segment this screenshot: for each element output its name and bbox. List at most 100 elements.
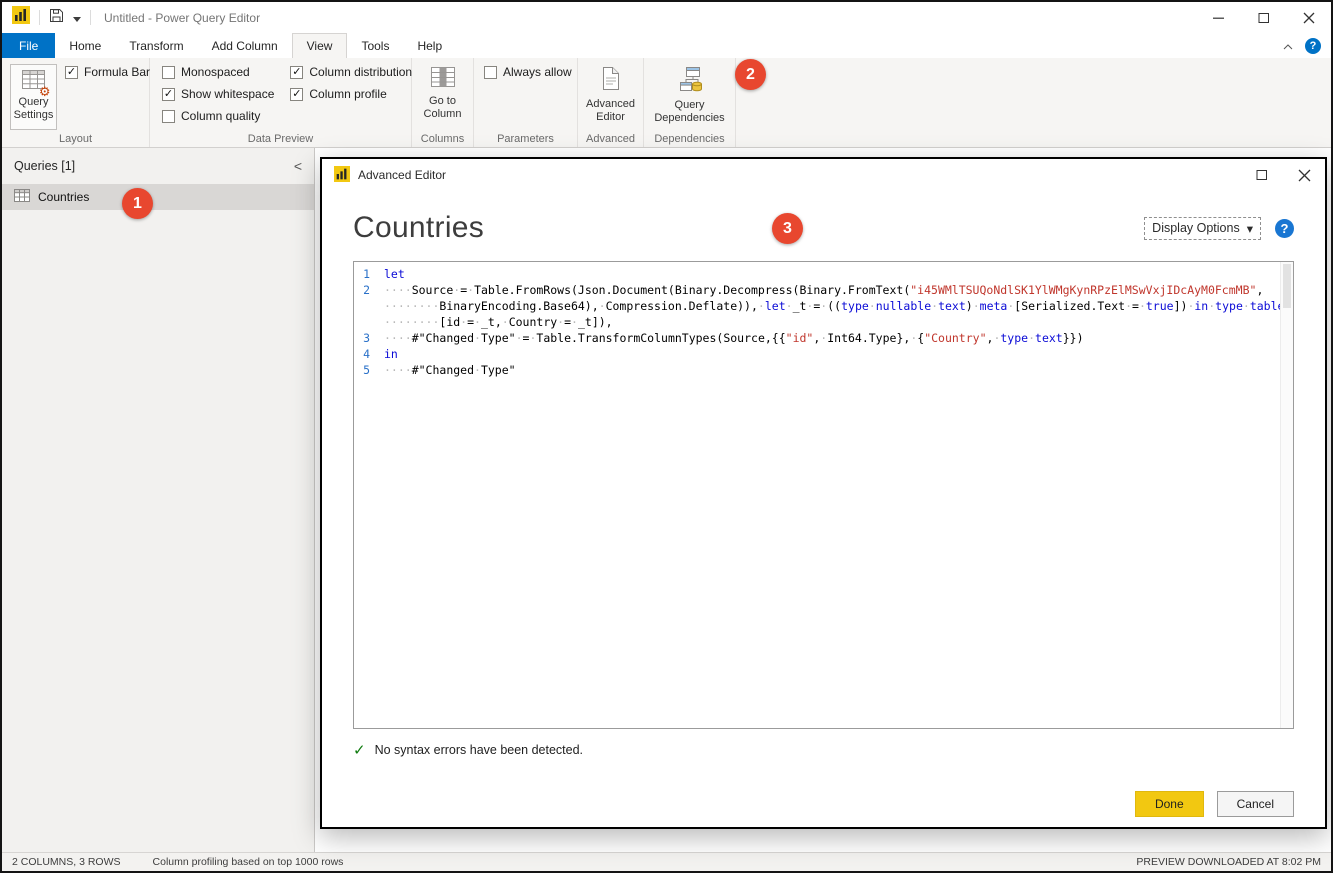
- tab-home[interactable]: Home: [55, 33, 115, 58]
- monospaced-checkbox[interactable]: [162, 66, 175, 79]
- powerbi-logo-icon: [12, 6, 30, 29]
- dialog-close-button[interactable]: [1283, 159, 1325, 191]
- close-button[interactable]: [1286, 2, 1331, 33]
- titlebar-divider: [39, 10, 40, 25]
- ribbon-group-dependencies: Query Dependencies Dependencies: [644, 58, 736, 147]
- column-quality-checkbox[interactable]: [162, 110, 175, 123]
- always-allow-label: Always allow: [503, 65, 572, 79]
- ribbon-group-advanced: Advanced Editor Advanced: [578, 58, 644, 147]
- minimize-button[interactable]: [1196, 2, 1241, 33]
- advanced-editor-button[interactable]: Advanced Editor: [583, 64, 638, 131]
- power-query-editor-window: Untitled - Power Query Editor File Home …: [0, 0, 1333, 873]
- column-quality-checkbox-row[interactable]: Column quality: [162, 108, 274, 124]
- monospaced-checkbox-row[interactable]: Monospaced: [162, 64, 274, 80]
- ribbon-group-parameters: Always allow Parameters: [474, 58, 578, 147]
- group-label-advanced: Advanced: [578, 133, 643, 145]
- go-to-column-button[interactable]: Go to Column: [420, 64, 465, 131]
- data-preview-col-2: ✓ Column distribution ✓ Column profile: [290, 64, 412, 131]
- tab-view[interactable]: View: [292, 33, 348, 58]
- column-profile-checkbox-row[interactable]: ✓ Column profile: [290, 86, 412, 102]
- query-dependencies-button[interactable]: Query Dependencies: [651, 64, 727, 131]
- cancel-button[interactable]: Cancel: [1217, 791, 1294, 817]
- callout-badge-1: 1: [122, 188, 153, 219]
- code-row: 3····#"Changed·Type"·=·Table.TransformCo…: [354, 330, 1279, 346]
- group-label-layout: Layout: [2, 133, 149, 145]
- save-icon[interactable]: [49, 8, 64, 28]
- query-dependencies-icon: [677, 66, 703, 96]
- code-row: 5····#"Changed·Type": [354, 362, 1279, 378]
- dialog-maximize-button[interactable]: [1241, 159, 1283, 191]
- ribbon-group-data-preview: Monospaced ✓ Show whitespace Column qual…: [150, 58, 412, 147]
- window-title: Untitled - Power Query Editor: [104, 11, 260, 25]
- code-scrollbar-thumb[interactable]: [1283, 264, 1291, 308]
- group-label-parameters: Parameters: [474, 133, 577, 145]
- dialog-footer: Done Cancel: [1135, 791, 1294, 817]
- status-bar: 2 COLUMNS, 3 ROWS Column profiling based…: [2, 852, 1331, 871]
- quick-access-caret-icon[interactable]: [73, 9, 81, 27]
- group-label-dependencies: Dependencies: [644, 133, 735, 145]
- collapse-ribbon-icon[interactable]: [1283, 37, 1293, 55]
- show-whitespace-checkbox[interactable]: ✓: [162, 88, 175, 101]
- query-settings-label: Query Settings: [14, 96, 54, 122]
- dialog-title: Advanced Editor: [358, 168, 446, 182]
- tab-help[interactable]: Help: [403, 33, 456, 58]
- queries-pane: Queries [1] < Countries 1: [2, 148, 315, 852]
- tab-tools[interactable]: Tools: [347, 33, 403, 58]
- always-allow-checkbox-row[interactable]: Always allow: [484, 64, 569, 80]
- code-lines: 1let2····Source·=·Table.FromRows(Json.Do…: [354, 266, 1279, 378]
- syntax-status-row: ✓ No syntax errors have been detected.: [353, 741, 1294, 759]
- column-distribution-checkbox-row[interactable]: ✓ Column distribution: [290, 64, 412, 80]
- maximize-button[interactable]: [1241, 2, 1286, 33]
- advanced-editor-dialog: Advanced Editor Countries Display Option…: [320, 157, 1327, 829]
- query-name-heading: Countries: [353, 211, 484, 245]
- group-label-columns: Columns: [412, 133, 473, 145]
- data-preview-col-1: Monospaced ✓ Show whitespace Column qual…: [162, 64, 274, 131]
- query-list-item-countries[interactable]: Countries: [2, 184, 314, 210]
- column-distribution-checkbox[interactable]: ✓: [290, 66, 303, 79]
- advanced-editor-label: Advanced Editor: [586, 98, 635, 124]
- query-dependencies-label: Query Dependencies: [654, 99, 724, 125]
- dialog-header: Countries Display Options ▾ ?: [353, 205, 1294, 251]
- formula-bar-checkbox[interactable]: ✓: [65, 66, 78, 79]
- monospaced-label: Monospaced: [181, 65, 250, 79]
- titlebar-divider: [90, 10, 91, 25]
- dialog-powerbi-icon: [334, 166, 350, 185]
- display-options-label: Display Options: [1152, 221, 1240, 235]
- display-options-button[interactable]: Display Options ▾: [1144, 217, 1261, 240]
- window-controls: [1196, 2, 1331, 33]
- callout-badge-2: 2: [735, 59, 766, 90]
- queries-pane-header: Queries [1] <: [2, 148, 314, 184]
- always-allow-checkbox[interactable]: [484, 66, 497, 79]
- caret-down-icon: ▾: [1247, 221, 1253, 236]
- collapse-pane-icon[interactable]: <: [294, 158, 302, 174]
- ribbon-group-layout: ⚙ Query Settings ✓ Formula Bar Layout: [2, 58, 150, 147]
- m-code-editor[interactable]: 1let2····Source·=·Table.FromRows(Json.Do…: [353, 261, 1294, 729]
- group-label-data-preview: Data Preview: [150, 133, 411, 145]
- go-to-column-icon: [431, 66, 455, 92]
- code-row: 1let: [354, 266, 1279, 282]
- code-scrollbar[interactable]: [1280, 262, 1293, 728]
- column-profile-label: Column profile: [309, 87, 386, 101]
- dialog-help-icon[interactable]: ?: [1275, 219, 1294, 238]
- dialog-header-right: Display Options ▾ ?: [1144, 217, 1294, 240]
- tabrow-right-controls: ?: [1283, 33, 1331, 58]
- tab-transform[interactable]: Transform: [115, 33, 197, 58]
- syntax-ok-check-icon: ✓: [353, 741, 366, 759]
- dialog-titlebar: Advanced Editor: [322, 159, 1325, 191]
- status-preview-downloaded: PREVIEW DOWNLOADED AT 8:02 PM: [1136, 856, 1321, 868]
- query-settings-icon: ⚙: [21, 69, 47, 93]
- callout-badge-3: 3: [772, 213, 803, 244]
- query-table-icon: [14, 189, 30, 205]
- ribbon-group-columns: Go to Column Columns: [412, 58, 474, 147]
- done-button[interactable]: Done: [1135, 791, 1204, 817]
- help-icon[interactable]: ?: [1305, 38, 1321, 54]
- ribbon: ⚙ Query Settings ✓ Formula Bar Layout Mo…: [2, 58, 1331, 148]
- tab-add-column[interactable]: Add Column: [198, 33, 292, 58]
- column-profile-checkbox[interactable]: ✓: [290, 88, 303, 101]
- formula-bar-checkbox-row[interactable]: ✓ Formula Bar: [65, 64, 150, 80]
- show-whitespace-checkbox-row[interactable]: ✓ Show whitespace: [162, 86, 274, 102]
- status-profiling-info: Column profiling based on top 1000 rows: [153, 856, 344, 868]
- tab-file[interactable]: File: [2, 33, 55, 58]
- query-settings-button[interactable]: ⚙ Query Settings: [10, 64, 57, 130]
- dialog-content: Countries Display Options ▾ ? 3 1let2···…: [322, 205, 1325, 841]
